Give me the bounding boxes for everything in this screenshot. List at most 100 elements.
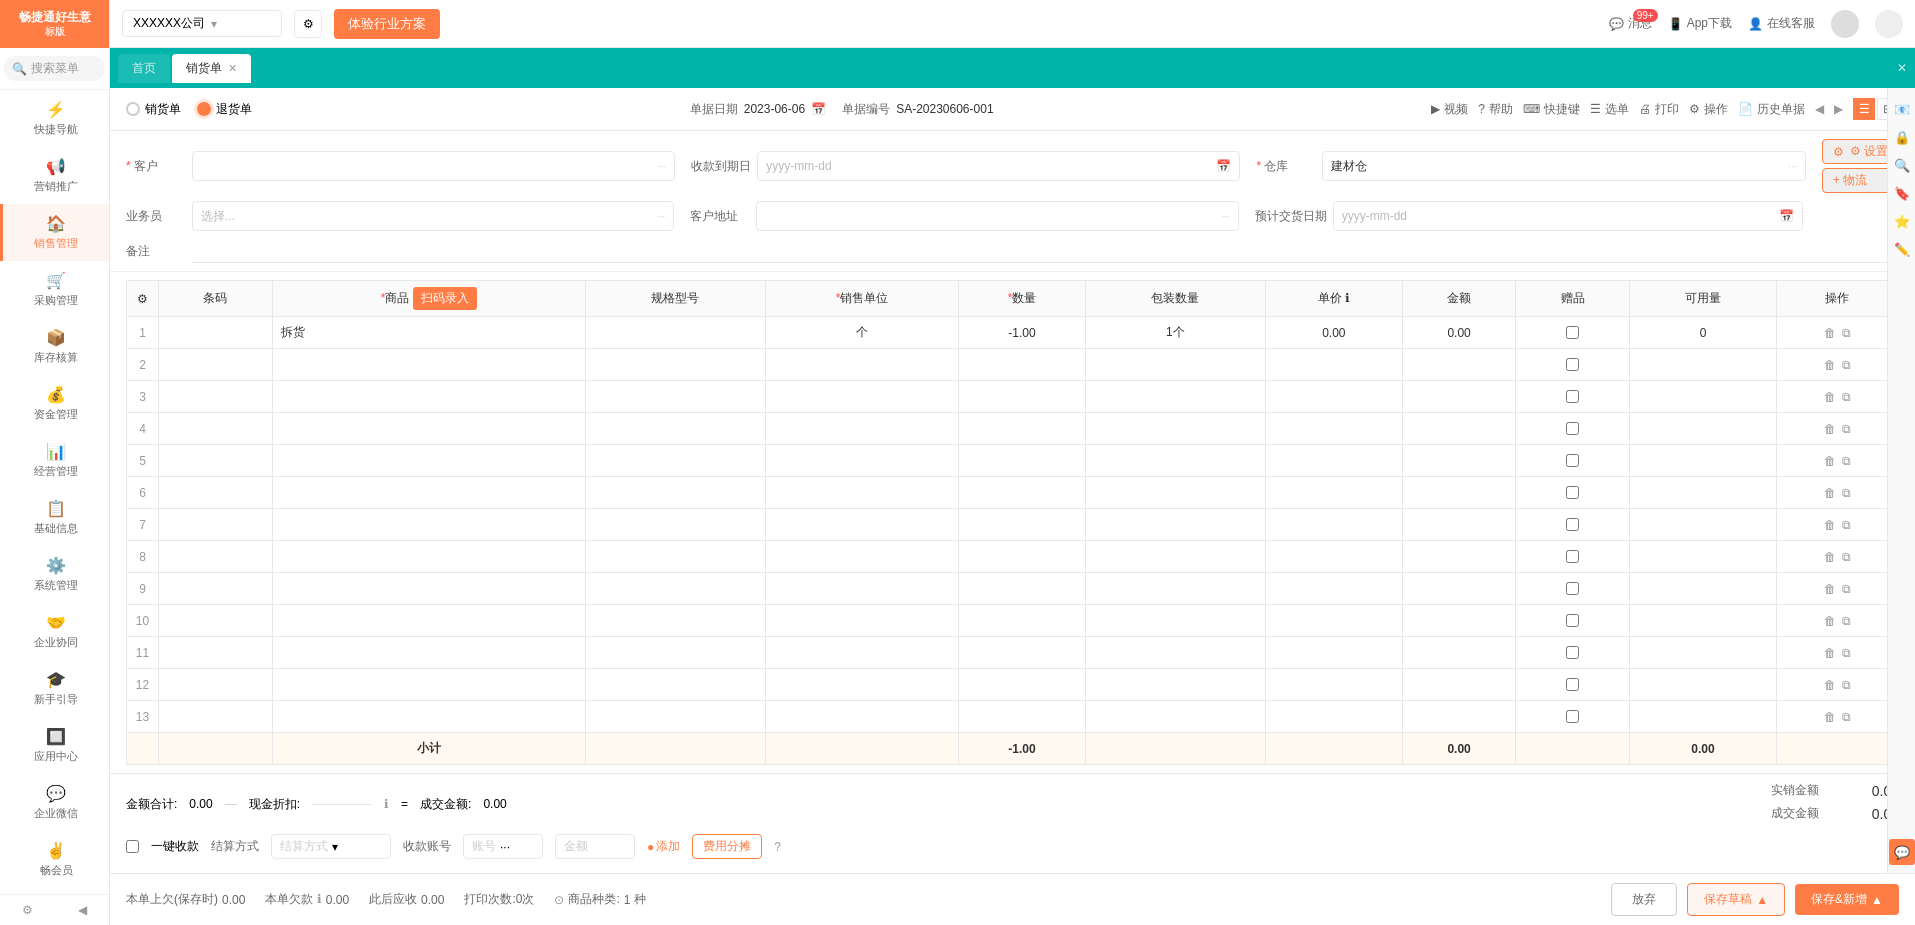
gift-checkbox[interactable] [1566,486,1579,499]
add-payment-button[interactable]: ● 添加 [647,838,680,855]
address-input[interactable]: ··· [756,201,1238,231]
messages-button[interactable]: 💬 消息 99+ [1609,15,1652,32]
gift-checkbox[interactable] [1566,678,1579,691]
sidebar-item-sales[interactable]: 🏠 销售管理 [0,204,109,261]
operate-btn[interactable]: ⚙ 操作 [1689,101,1728,118]
right-panel-icon-3[interactable]: 🔍 [1889,152,1915,178]
right-panel-icon-1[interactable]: 📧 [1889,96,1915,122]
staff-input[interactable]: 选择... ··· [192,201,674,231]
copy-row-icon[interactable]: ⧉ [1842,710,1851,724]
next-record-icon[interactable]: ▶ [1834,102,1843,116]
video-btn[interactable]: ▶ 视频 [1431,101,1468,118]
sidebar-item-member[interactable]: ✌️ 畅会员 [0,831,109,888]
delete-row-icon[interactable]: 🗑 [1824,550,1836,564]
calendar-icon[interactable]: 📅 [811,102,826,116]
help-btn[interactable]: ? 帮助 [1478,101,1513,118]
gift-checkbox[interactable] [1566,390,1579,403]
copy-row-icon[interactable]: ⧉ [1842,550,1851,564]
sidebar-item-business[interactable]: 📊 经营管理 [0,432,109,489]
sidebar-item-enterprise[interactable]: 🤝 企业协同 [0,603,109,660]
copy-row-icon[interactable]: ⧉ [1842,614,1851,628]
radio-return[interactable]: 退货单 [197,101,252,118]
trial-button[interactable]: 体验行业方案 [334,9,440,39]
prev-record-icon[interactable]: ◀ [1815,102,1824,116]
select-btn[interactable]: ☰ 选单 [1590,101,1629,118]
company-selector[interactable]: XXXXXX公司 ▾ [122,10,282,37]
sidebar-item-wechat[interactable]: 💬 企业微信 [0,774,109,831]
sidebar-item-purchase[interactable]: 🛒 采购管理 [0,261,109,318]
sidebar-item-system[interactable]: ⚙️ 系统管理 [0,546,109,603]
online-service-button[interactable]: 👤 在线客服 [1748,15,1815,32]
copy-row-icon[interactable]: ⧉ [1842,646,1851,660]
tab-close-icon[interactable]: ✕ [228,62,237,75]
copy-row-icon[interactable]: ⧉ [1842,358,1851,372]
sidebar-item-inventory[interactable]: 📦 库存核算 [0,318,109,375]
gift-checkbox[interactable] [1566,614,1579,627]
delete-row-icon[interactable]: 🗑 [1824,454,1836,468]
delivery-date-input[interactable]: yyyy-mm-dd 📅 [1333,201,1803,231]
delete-row-icon[interactable]: 🗑 [1824,326,1836,340]
right-panel-icon-2[interactable]: 🔒 [1889,124,1915,150]
history-btn[interactable]: 📄 历史单据 [1738,101,1805,118]
right-panel-icon-4[interactable]: 🔖 [1889,180,1915,206]
copy-row-icon[interactable]: ⧉ [1842,454,1851,468]
gift-checkbox[interactable] [1566,550,1579,563]
gift-checkbox[interactable] [1566,326,1579,339]
sidebar-item-guide[interactable]: 🎓 新手引导 [0,660,109,717]
avatar[interactable] [1831,10,1859,38]
customer-input[interactable]: ··· [192,151,675,181]
sidebar-item-basic[interactable]: 📋 基础信息 [0,489,109,546]
doc-date-value[interactable]: 2023-06-06 [744,102,805,116]
doc-number-value[interactable]: SA-20230606-001 [896,102,993,116]
sidebar-collapse-icon[interactable]: ◀ [78,903,87,917]
shortcut-btn[interactable]: ⌨ 快捷键 [1523,101,1580,118]
note-input[interactable] [192,239,1899,263]
fee-split-button[interactable]: 费用分摊 [692,834,762,859]
radio-sales[interactable]: 销货单 [126,101,181,118]
list-view-btn[interactable]: ☰ [1853,98,1875,120]
delete-row-icon[interactable]: 🗑 [1824,422,1836,436]
copy-row-icon[interactable]: ⧉ [1842,518,1851,532]
gift-checkbox[interactable] [1566,710,1579,723]
right-panel-icon-7[interactable]: 💬 [1889,839,1915,865]
save-draft-button[interactable]: 保存草稿 ▲ [1687,883,1785,916]
abandon-button[interactable]: 放弃 [1611,883,1677,916]
delete-row-icon[interactable]: 🗑 [1824,678,1836,692]
quick-pay-checkbox[interactable] [126,840,139,853]
tab-home[interactable]: 首页 [118,54,170,83]
gift-checkbox[interactable] [1566,454,1579,467]
gift-checkbox[interactable] [1566,518,1579,531]
print-btn[interactable]: 🖨 打印 [1639,101,1679,118]
warehouse-input[interactable]: 建材仓 ··· [1322,151,1805,181]
delete-row-icon[interactable]: 🗑 [1824,518,1836,532]
delete-row-icon[interactable]: 🗑 [1824,390,1836,404]
settings-button[interactable]: ⚙ [294,10,322,38]
gift-checkbox[interactable] [1566,646,1579,659]
copy-row-icon[interactable]: ⧉ [1842,390,1851,404]
scan-button[interactable]: 扫码录入 [413,287,477,310]
save-new-button[interactable]: 保存&新增 ▲ [1795,884,1899,915]
due-date-input[interactable]: yyyy-mm-dd 📅 [757,151,1240,181]
copy-row-icon[interactable]: ⧉ [1842,422,1851,436]
amount-input[interactable]: 金额 [555,834,635,859]
delete-row-icon[interactable]: 🗑 [1824,486,1836,500]
copy-row-icon[interactable]: ⧉ [1842,678,1851,692]
sidebar-item-marketing[interactable]: 📢 营销推广 [0,147,109,204]
gift-checkbox[interactable] [1566,358,1579,371]
copy-row-icon[interactable]: ⧉ [1842,486,1851,500]
app-download-button[interactable]: 📱 App下载 [1668,15,1732,32]
settlement-select[interactable]: 结算方式 ▾ [271,834,391,859]
gift-checkbox[interactable] [1566,582,1579,595]
sidebar-item-finance[interactable]: 💰 资金管理 [0,375,109,432]
delete-row-icon[interactable]: 🗑 [1824,358,1836,372]
delete-row-icon[interactable]: 🗑 [1824,582,1836,596]
sidebar-item-quick-nav[interactable]: ⚡ 快捷导航 [0,90,109,147]
right-panel-icon-5[interactable]: ⭐ [1889,208,1915,234]
sidebar-item-appstore[interactable]: 🔲 应用中心 [0,717,109,774]
discount-input[interactable] [312,804,372,805]
delete-row-icon[interactable]: 🗑 [1824,710,1836,724]
delete-row-icon[interactable]: 🗑 [1824,614,1836,628]
close-tab-button[interactable]: ✕ [1897,61,1907,75]
account-input[interactable]: 账号 ··· [463,834,543,859]
gift-checkbox[interactable] [1566,422,1579,435]
